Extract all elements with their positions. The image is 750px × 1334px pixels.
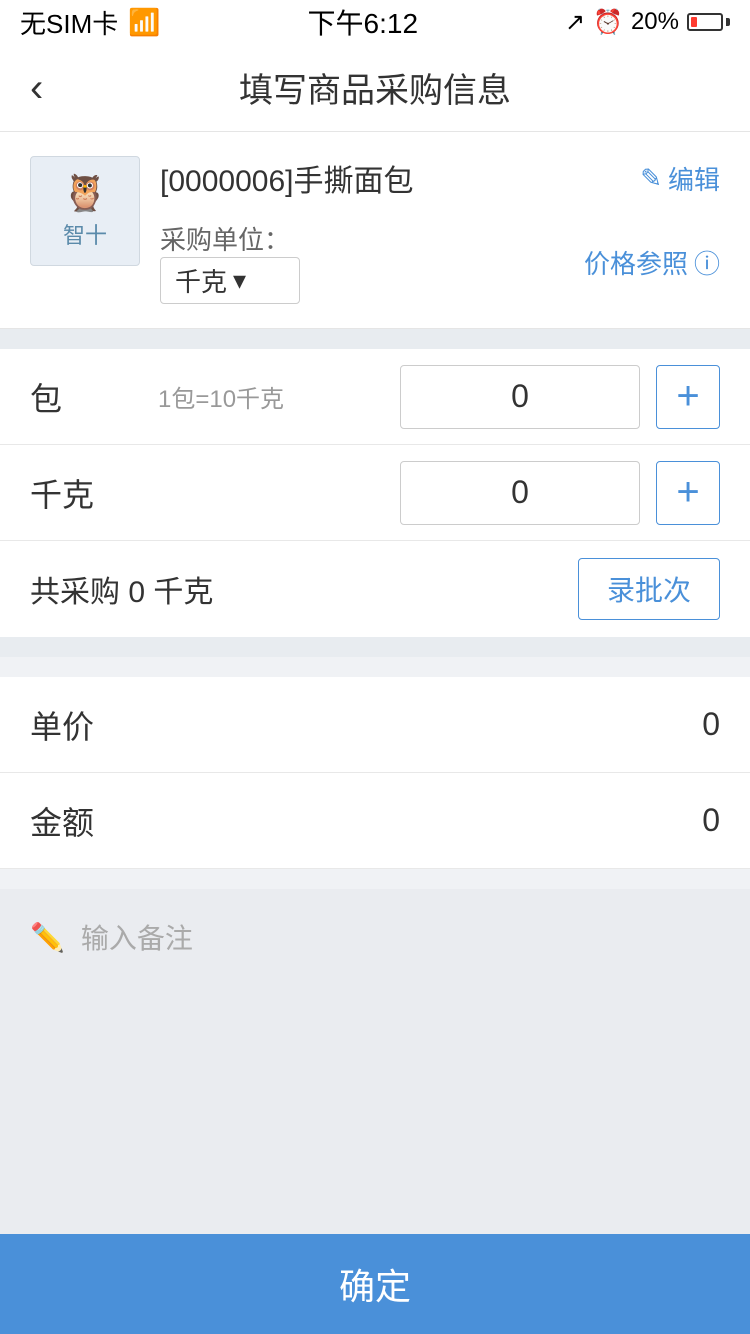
battery-percent: 20% <box>631 8 679 36</box>
total-summary: 共采购 0 千克 <box>30 567 213 611</box>
unit-value: 千克 <box>175 262 227 299</box>
total-unit: 千克 <box>153 576 213 609</box>
unit-select[interactable]: 千克 ▾ <box>160 257 300 304</box>
kg-label: 千克 <box>30 470 150 516</box>
price-ref-label: 价格参照 <box>584 244 688 281</box>
product-info: [0000006]手撕面包 ✎ 编辑 采购单位： 千克 ▾ 价格参照 ⓘ <box>160 156 720 304</box>
nav-bar: ‹ 填写商品采购信息 <box>0 44 750 132</box>
input-section: 包 1包=10千克 0 + 千克 0 + 共采购 0 千克 录批次 <box>0 349 750 637</box>
status-right: ↗ ⏰ 20% <box>565 8 730 37</box>
batch-record-button[interactable]: 录批次 <box>578 558 720 620</box>
bag-plus-icon: + <box>676 374 699 419</box>
total-row: 共采购 0 千克 录批次 <box>0 541 750 637</box>
product-id: [0000006] <box>160 165 293 198</box>
back-button[interactable]: ‹ <box>30 68 43 108</box>
section-divider-1 <box>0 329 750 349</box>
product-card: 🦉 智十 [0000006]手撕面包 ✎ 编辑 采购单位： 千克 ▾ 价格参照 <box>0 132 750 329</box>
bag-sublabel: 1包=10千克 <box>158 379 284 414</box>
unit-price-row: 单价 0 <box>0 677 750 773</box>
wifi-icon: 📶 <box>128 7 160 38</box>
chevron-down-icon: ▾ <box>233 265 246 296</box>
unit-selector-group: 采购单位： 千克 ▾ <box>160 220 300 304</box>
amount-value: 0 <box>702 802 720 839</box>
status-bar: 无SIM卡 📶 下午6:12 ↗ ⏰ 20% <box>0 0 750 44</box>
edit-button[interactable]: ✎ 编辑 <box>640 160 720 197</box>
alarm-icon: ⏰ <box>593 8 623 37</box>
remark-placeholder: 输入备注 <box>81 917 193 957</box>
page-title: 填写商品采购信息 <box>239 63 511 112</box>
product-img-icon: 🦉 <box>63 172 108 214</box>
edit-label: 编辑 <box>668 160 720 197</box>
bag-quantity-value: 0 <box>511 378 529 415</box>
product-img-label: 智十 <box>63 218 107 250</box>
unit-label: 采购单位： <box>160 225 290 255</box>
unit-price-value: 0 <box>702 706 720 743</box>
pencil-icon: ✏️ <box>30 921 65 954</box>
total-label: 共采购 0 千克 <box>30 576 213 609</box>
kg-plus-icon: + <box>676 470 699 515</box>
kg-quantity-input[interactable]: 0 <box>400 461 640 525</box>
kg-quantity-value: 0 <box>511 474 529 511</box>
status-left: 无SIM卡 📶 <box>20 4 161 41</box>
total-prefix: 共采购 <box>30 576 128 609</box>
bag-input-row: 包 1包=10千克 0 + <box>0 349 750 445</box>
unit-price-label: 单价 <box>30 702 94 748</box>
section-divider-2 <box>0 637 750 657</box>
edit-icon: ✎ <box>640 163 662 194</box>
battery-indicator <box>687 13 730 31</box>
help-icon: ⓘ <box>694 244 720 281</box>
location-icon: ↗ <box>565 8 585 37</box>
product-title: 手撕面包 <box>293 165 413 198</box>
price-reference-button[interactable]: 价格参照 ⓘ <box>584 244 720 281</box>
product-image: 🦉 智十 <box>30 156 140 266</box>
price-section: 单价 0 金额 0 <box>0 677 750 869</box>
bag-label: 包 <box>30 374 150 420</box>
product-name: [0000006]手撕面包 <box>160 156 413 200</box>
carrier-text: 无SIM卡 <box>20 4 118 41</box>
kg-input-row: 千克 0 + <box>0 445 750 541</box>
bag-quantity-input[interactable]: 0 <box>400 365 640 429</box>
remark-section[interactable]: ✏️ 输入备注 <box>0 889 750 985</box>
product-name-row: [0000006]手撕面包 ✎ 编辑 <box>160 156 720 200</box>
amount-row: 金额 0 <box>0 773 750 869</box>
confirm-button[interactable]: 确定 <box>0 1234 750 1334</box>
kg-plus-button[interactable]: + <box>656 461 720 525</box>
amount-label: 金额 <box>30 798 94 844</box>
unit-row: 采购单位： 千克 ▾ 价格参照 ⓘ <box>160 220 720 304</box>
status-time: 下午6:12 <box>308 2 419 42</box>
bag-plus-button[interactable]: + <box>656 365 720 429</box>
total-value: 0 <box>128 576 153 609</box>
